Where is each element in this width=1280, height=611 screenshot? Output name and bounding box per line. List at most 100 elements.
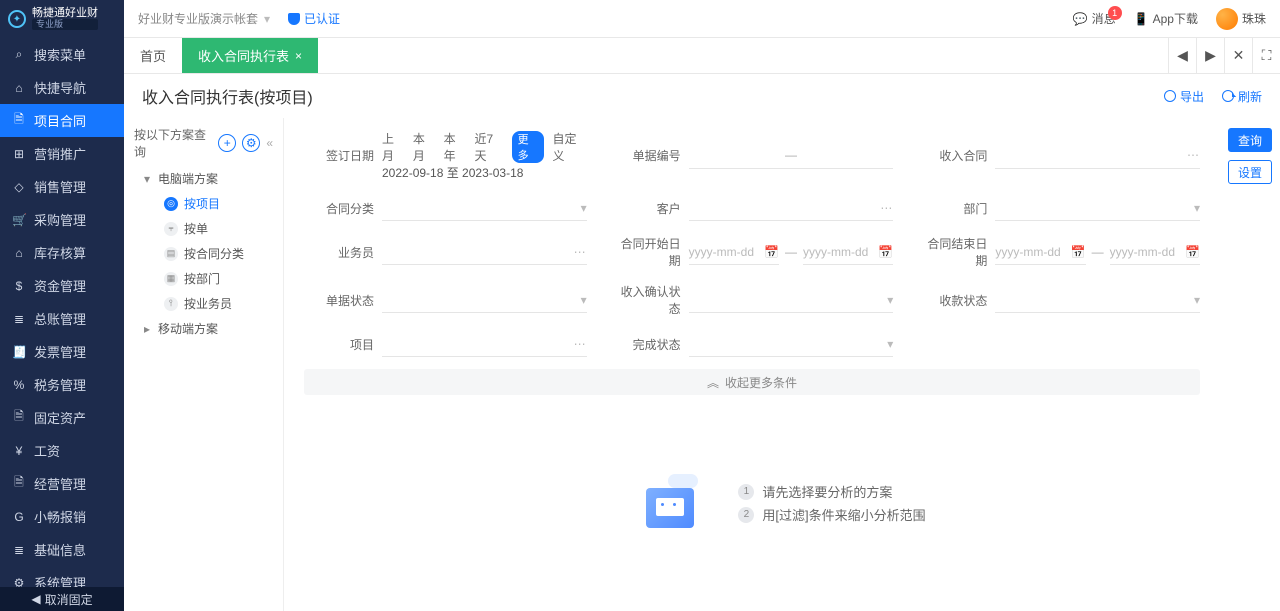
search-icon: ⌕ [12, 47, 26, 62]
scheme-item-by-salesman[interactable]: ⫯按业务员 [124, 291, 283, 316]
sidebar-item-project-contract[interactable]: 🗎项目合同 [0, 104, 124, 137]
app-download-button[interactable]: 📱 App下载 [1134, 10, 1198, 27]
preset-last-month[interactable]: 上月 [382, 130, 405, 164]
preset-this-year[interactable]: 本年 [444, 130, 467, 164]
tab-fullscreen-button[interactable]: ⛶ [1252, 38, 1280, 73]
list-icon: ≣ [12, 543, 26, 557]
tabbar: 首页 收入合同执行表 × ◀ ▶ ✕ ⛶ [124, 38, 1280, 74]
cart-icon: 🛒 [12, 213, 26, 227]
sidebar-item-fixed-assets[interactable]: 🗎固定资产 [0, 401, 124, 434]
doc-no-input[interactable]: — [689, 143, 894, 169]
gear-icon: ⚙ [12, 576, 26, 588]
filter-form: 签订日期 上月 本月 本年 近7天 更多 自定义 [284, 118, 1220, 357]
org-select[interactable]: 好业财专业版演示帐套 ▾ [138, 10, 270, 27]
sidebar: ✦ 畅捷通好业财 专业版 ⌕搜索菜单 ⌂快捷导航 🗎项目合同 ⊞营销推广 ◇销售… [0, 0, 124, 611]
unpin-button[interactable]: ◀ 取消固定 [0, 587, 124, 611]
chevron-down-icon: ▾ [1194, 293, 1200, 307]
start-date-from[interactable]: yyyy-mm-dd📅 [689, 239, 779, 265]
sidebar-item-sales[interactable]: ◇销售管理 [0, 170, 124, 203]
project-lookup[interactable]: ⋯ [382, 331, 587, 357]
sidebar-item-purchase[interactable]: 🛒采购管理 [0, 203, 124, 236]
calendar-icon: 📅 [878, 245, 893, 259]
sidebar-item-ledger[interactable]: ≣总账管理 [0, 302, 124, 335]
sidebar-item-system[interactable]: ⚙系统管理 [0, 566, 124, 587]
collapse-filters-button[interactable]: ︽ 收起更多条件 [304, 369, 1200, 395]
filter-start-date: 合同开始日期 yyyy-mm-dd📅 — yyyy-mm-dd📅 [611, 235, 894, 269]
sidebar-item-funds[interactable]: $资金管理 [0, 269, 124, 302]
scheme-item-by-project[interactable]: ◎按项目 [124, 191, 283, 216]
scheme-item-by-category[interactable]: ▤按合同分类 [124, 241, 283, 266]
ledger-icon: ≣ [12, 312, 26, 326]
grid-icon: ⊞ [12, 147, 26, 161]
refresh-button[interactable]: 刷新 [1222, 88, 1262, 105]
user-menu[interactable]: 珠珠 [1216, 8, 1266, 30]
sidebar-item-search-menu[interactable]: ⌕搜索菜单 [0, 38, 124, 71]
export-button[interactable]: 导出 [1164, 88, 1204, 105]
close-icon[interactable]: × [295, 49, 302, 63]
scheme-group-pc[interactable]: ▾电脑端方案 [124, 166, 283, 191]
sidebar-item-operations[interactable]: 🗎经营管理 [0, 467, 124, 500]
ellipsis-icon: ⋯ [574, 337, 587, 351]
scheme-group-mobile[interactable]: ▸移动端方案 [124, 316, 283, 341]
tab-prev-button[interactable]: ◀ [1168, 38, 1196, 73]
doc-status-select[interactable]: ▾ [382, 287, 587, 313]
customer-lookup[interactable]: ⋯ [689, 195, 894, 221]
tab-home[interactable]: 首页 [124, 38, 182, 73]
category-select[interactable]: ▾ [382, 195, 587, 221]
preset-this-month[interactable]: 本月 [413, 130, 436, 164]
brand-logo: ✦ 畅捷通好业财 专业版 [0, 0, 124, 38]
scheme-item-by-doc[interactable]: ⫧按单 [124, 216, 283, 241]
tab-income-contract-exec[interactable]: 收入合同执行表 × [182, 38, 318, 73]
end-date-to[interactable]: yyyy-mm-dd📅 [1110, 239, 1200, 265]
empty-step-2: 用[过滤]条件来缩小分析范围 [762, 505, 925, 524]
verified-badge[interactable]: 已认证 [288, 10, 340, 27]
sidebar-item-payroll[interactable]: ¥工资 [0, 434, 124, 467]
start-date-to[interactable]: yyyy-mm-dd📅 [803, 239, 893, 265]
sidebar-item-basic-info[interactable]: ≣基础信息 [0, 533, 124, 566]
end-date-from[interactable]: yyyy-mm-dd📅 [995, 239, 1085, 265]
sign-date-range: 2022-09-18 至 2023-03-18 [382, 164, 587, 181]
home-icon: ⌂ [12, 81, 26, 95]
confirm-status-select[interactable]: ▾ [689, 287, 894, 313]
income-contract-lookup[interactable]: ⋯ [995, 143, 1200, 169]
messages-button[interactable]: 💬 消息 1 [1073, 10, 1116, 27]
empty-state: 1请先选择要分析的方案 2用[过滤]条件来缩小分析范围 [284, 395, 1280, 611]
sidebar-item-quick-nav[interactable]: ⌂快捷导航 [0, 71, 124, 104]
percent-icon: % [12, 378, 26, 392]
chevron-up-icon: ︽ [707, 374, 719, 391]
calendar-icon: 📅 [1071, 245, 1086, 259]
sidebar-item-expense[interactable]: G小畅报销 [0, 500, 124, 533]
preset-more[interactable]: 更多 [512, 131, 545, 163]
salesman-lookup[interactable]: ⋯ [382, 239, 587, 265]
money-icon: $ [12, 279, 26, 293]
folder-icon: ▤ [164, 247, 178, 261]
sidebar-item-marketing[interactable]: ⊞营销推广 [0, 137, 124, 170]
chevron-down-icon: ▾ [581, 201, 587, 215]
scheme-item-by-dept[interactable]: ▦按部门 [124, 266, 283, 291]
scheme-settings-button[interactable]: ⚙ [242, 134, 260, 152]
add-scheme-button[interactable]: + [218, 134, 236, 152]
bar-icon: ⫧ [164, 222, 178, 236]
sidebar-item-tax[interactable]: %税务管理 [0, 368, 124, 401]
shield-icon [288, 13, 300, 25]
preset-custom[interactable]: 自定义 [552, 130, 586, 164]
ellipsis-icon: ⋯ [880, 201, 893, 215]
finish-status-select[interactable]: ▾ [689, 331, 894, 357]
empty-step-1: 请先选择要分析的方案 [762, 482, 892, 501]
sidebar-item-inventory[interactable]: ⌂库存核算 [0, 236, 124, 269]
page-title: 收入合同执行表(按项目) [142, 84, 313, 108]
tab-close-all-button[interactable]: ✕ [1224, 38, 1252, 73]
chevron-down-icon: ▾ [581, 293, 587, 307]
filter-actions: 查询 设置 [1220, 118, 1280, 395]
caret-down-icon: ▾ [144, 172, 152, 186]
sidebar-item-invoice[interactable]: 🧾发票管理 [0, 335, 124, 368]
dept-select[interactable]: ▾ [995, 195, 1200, 221]
scheme-collapse-button[interactable]: « [266, 136, 273, 150]
chevron-down-icon: ▾ [264, 12, 270, 26]
brand-edition: 专业版 [32, 19, 98, 30]
tab-next-button[interactable]: ▶ [1196, 38, 1224, 73]
preset-7days[interactable]: 近7天 [474, 130, 503, 164]
settings-button[interactable]: 设置 [1228, 160, 1272, 184]
query-button[interactable]: 查询 [1228, 128, 1272, 152]
collect-status-select[interactable]: ▾ [995, 287, 1200, 313]
